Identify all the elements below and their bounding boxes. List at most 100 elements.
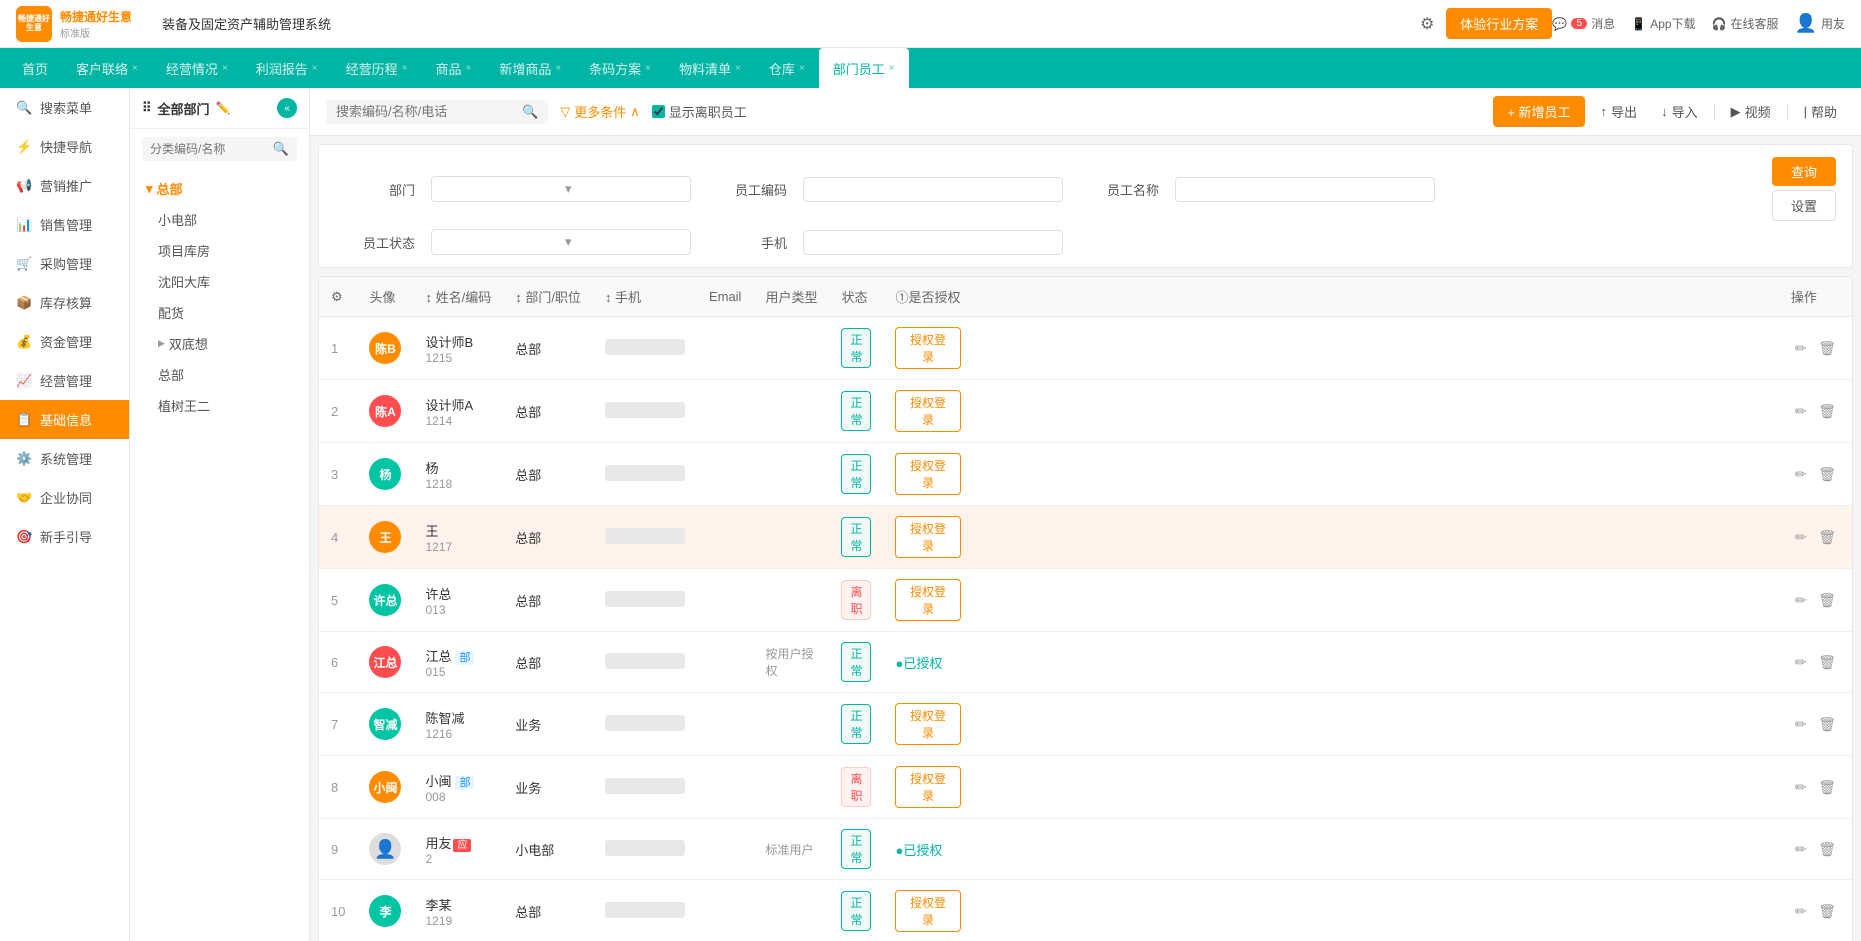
- trial-btn[interactable]: 体验行业方案: [1446, 8, 1552, 39]
- sidebar-item-快捷导航[interactable]: ⚡快捷导航: [0, 127, 129, 166]
- edit-icon[interactable]: ✏: [1795, 529, 1807, 545]
- close-icon[interactable]: ×: [222, 63, 228, 74]
- query-btn[interactable]: 查询: [1772, 157, 1836, 186]
- nav-tab-部门员工[interactable]: 部门员工×: [819, 48, 909, 88]
- message-btn[interactable]: 💬 5 消息: [1552, 15, 1615, 32]
- close-icon[interactable]: ×: [132, 63, 138, 74]
- nav-tab-条码方案[interactable]: 条码方案×: [575, 48, 665, 88]
- edit-icon[interactable]: ✏: [1795, 466, 1807, 482]
- nav-tab-首页[interactable]: 首页: [8, 48, 62, 88]
- nav-tab-商品[interactable]: 商品×: [421, 48, 485, 88]
- dept-tree-item-项目库房[interactable]: 项目库房: [130, 235, 309, 266]
- emp-name-input[interactable]: [1175, 177, 1435, 202]
- col-dept[interactable]: ↕ 部门/职位: [503, 277, 593, 317]
- close-icon[interactable]: ×: [312, 63, 318, 74]
- nav-tab-经营历程[interactable]: 经营历程×: [332, 48, 422, 88]
- close-icon[interactable]: ×: [645, 63, 651, 74]
- delete-icon[interactable]: 🗑: [1818, 529, 1836, 545]
- edit-icon[interactable]: ✏: [1795, 779, 1807, 795]
- close-icon[interactable]: ×: [889, 63, 895, 74]
- dept-search-input[interactable]: [150, 142, 269, 156]
- col-name-code[interactable]: ↕ 姓名/编码: [413, 277, 503, 317]
- show-resigned-checkbox[interactable]: [652, 105, 665, 118]
- auth-login-btn[interactable]: 授权登录: [895, 579, 960, 621]
- sidebar-item-营销推广[interactable]: 📢营销推广: [0, 166, 129, 205]
- col-phone[interactable]: ↕ 手机: [593, 277, 697, 317]
- phone-input[interactable]: [803, 230, 1063, 255]
- dept-tree-item-小电部[interactable]: 小电部: [130, 204, 309, 235]
- edit-icon[interactable]: ✏: [1795, 654, 1807, 670]
- sidebar-item-库存核算[interactable]: 📦库存核算: [0, 283, 129, 322]
- row-avatar: 许总: [357, 569, 413, 632]
- close-icon[interactable]: ×: [799, 63, 805, 74]
- delete-icon[interactable]: 🗑: [1818, 340, 1836, 356]
- auth-login-btn[interactable]: 授权登录: [895, 390, 960, 432]
- edit-icon[interactable]: ✏: [1795, 841, 1807, 857]
- edit-icon[interactable]: ✏: [1795, 716, 1807, 732]
- add-employee-btn[interactable]: + 新增员工: [1493, 96, 1584, 127]
- edit-icon[interactable]: ✏: [1795, 403, 1807, 419]
- delete-icon[interactable]: 🗑: [1818, 654, 1836, 670]
- nav-tab-客户联络[interactable]: 客户联络×: [62, 48, 152, 88]
- app-download-btn[interactable]: 📱 App下载: [1631, 15, 1695, 32]
- sidebar-item-系统管理[interactable]: ⚙️系统管理: [0, 439, 129, 478]
- nav-tab-经营情况[interactable]: 经营情况×: [152, 48, 242, 88]
- nav-tab-利润报告[interactable]: 利润报告×: [242, 48, 332, 88]
- dept-tree-item-总部[interactable]: 总部: [130, 359, 309, 390]
- delete-icon[interactable]: 🗑: [1818, 466, 1836, 482]
- close-icon[interactable]: ×: [735, 63, 741, 74]
- close-icon[interactable]: ×: [402, 63, 408, 74]
- col-settings[interactable]: ⚙: [319, 277, 357, 317]
- fold-btn[interactable]: «: [277, 98, 297, 118]
- auth-login-btn[interactable]: 授权登录: [895, 703, 960, 745]
- edit-icon[interactable]: ✏: [1795, 903, 1807, 919]
- delete-icon[interactable]: 🗑: [1818, 779, 1836, 795]
- sidebar-item-搜索菜单[interactable]: 🔍搜索菜单: [0, 88, 129, 127]
- delete-icon[interactable]: 🗑: [1818, 403, 1836, 419]
- sidebar-item-资金管理[interactable]: 💰资金管理: [0, 322, 129, 361]
- nav-tab-物料清单[interactable]: 物料清单×: [665, 48, 755, 88]
- dept-tree-item-配货[interactable]: 配货: [130, 297, 309, 328]
- dept-tree-item-植树王二[interactable]: 植树王二: [130, 390, 309, 421]
- nav-tab-仓库[interactable]: 仓库×: [755, 48, 819, 88]
- dept-filter-select[interactable]: ▾: [431, 176, 691, 202]
- auth-login-btn[interactable]: 授权登录: [895, 516, 960, 558]
- user-area[interactable]: 👤 用友: [1795, 13, 1845, 34]
- sidebar-item-基础信息[interactable]: 📋基础信息: [0, 400, 129, 439]
- auth-login-btn[interactable]: 授权登录: [895, 766, 960, 808]
- nav-tab-新增商品[interactable]: 新增商品×: [485, 48, 575, 88]
- dept-edit-icon[interactable]: ✏️: [216, 101, 231, 115]
- sidebar-item-经营管理[interactable]: 📈经营管理: [0, 361, 129, 400]
- close-icon[interactable]: ×: [555, 63, 561, 74]
- dept-root[interactable]: ▾ 总部: [130, 173, 309, 204]
- more-filter-btn[interactable]: ▽ 更多条件 ∧: [560, 102, 640, 121]
- edit-icon[interactable]: ✏: [1795, 340, 1807, 356]
- sidebar-item-销售管理[interactable]: 📊销售管理: [0, 205, 129, 244]
- emp-status-select[interactable]: ▾: [431, 229, 691, 255]
- delete-icon[interactable]: 🗑: [1818, 716, 1836, 732]
- dept-tree-item-沈阳大库[interactable]: 沈阳大库: [130, 266, 309, 297]
- delete-icon[interactable]: 🗑: [1818, 903, 1836, 919]
- auth-login-btn[interactable]: 授权登录: [895, 327, 960, 369]
- auth-login-btn[interactable]: 授权登录: [895, 453, 960, 495]
- dept-tree-item-双底想[interactable]: ▶ 双底想: [130, 328, 309, 359]
- import-btn[interactable]: ↓ 导入: [1653, 98, 1706, 125]
- auth-login-btn[interactable]: 授权登录: [895, 890, 960, 932]
- close-icon[interactable]: ×: [465, 63, 471, 74]
- view-label: 视频: [1745, 102, 1771, 121]
- view-btn[interactable]: ▶ 视频: [1723, 98, 1779, 125]
- show-resigned-wrap[interactable]: 显示离职员工: [652, 102, 747, 121]
- edit-icon[interactable]: ✏: [1795, 592, 1807, 608]
- online-service-btn[interactable]: 🎧 在线客服: [1712, 15, 1779, 32]
- emp-code-input[interactable]: [803, 177, 1063, 202]
- search-input[interactable]: [336, 104, 516, 119]
- delete-icon[interactable]: 🗑: [1818, 841, 1836, 857]
- sidebar-item-采购管理[interactable]: 🛒采购管理: [0, 244, 129, 283]
- sidebar-item-企业协同[interactable]: 🤝企业协同: [0, 478, 129, 517]
- reset-btn[interactable]: 设置: [1772, 190, 1836, 221]
- settings-icon[interactable]: ⚙: [1420, 14, 1434, 34]
- delete-icon[interactable]: 🗑: [1818, 592, 1836, 608]
- export-btn[interactable]: ↑ 导出: [1593, 98, 1646, 125]
- help-btn[interactable]: | 帮助: [1796, 98, 1845, 125]
- sidebar-item-新手引导[interactable]: 🎯新手引导: [0, 517, 129, 556]
